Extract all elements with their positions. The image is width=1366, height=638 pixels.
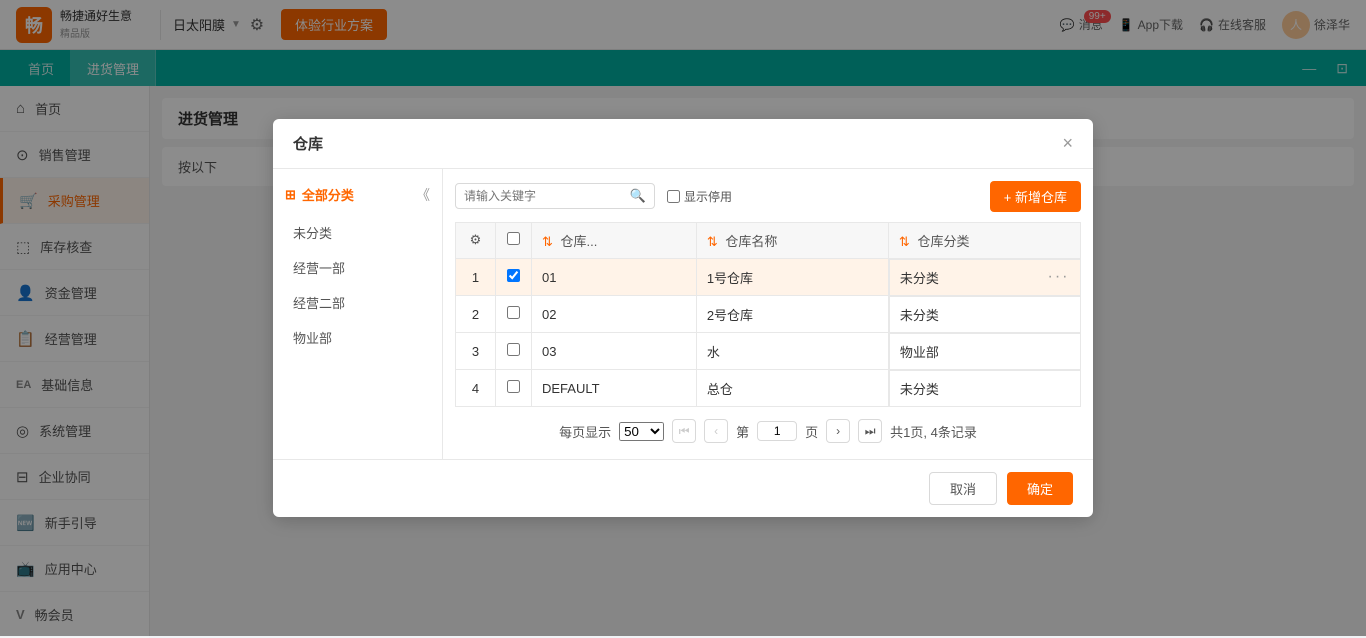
td-category: 未分类 ···	[889, 259, 1081, 296]
search-icon: 🔍	[630, 188, 646, 204]
th-name: ⇅ 仓库名称	[696, 222, 888, 258]
td-name: 2号仓库	[696, 296, 888, 333]
td-category: 物业部	[889, 333, 1081, 370]
th-code: ⇅ 仓库...	[532, 222, 697, 258]
category-item-2[interactable]: 经营二部	[273, 285, 442, 320]
th-checkbox	[496, 222, 532, 258]
table-row[interactable]: 1 01 1号仓库 未分类 ···	[456, 258, 1081, 296]
td-index: 1	[456, 258, 496, 296]
all-categories-item[interactable]: ⊞ 全部分类	[285, 185, 354, 204]
table-area: 🔍 显示停用 + 新增仓库	[443, 169, 1093, 460]
cancel-button[interactable]: 取消	[929, 472, 997, 505]
show-disabled-toggle[interactable]: 显示停用	[667, 188, 732, 205]
page-unit: 页	[805, 422, 818, 441]
warehouse-table: ⚙ ⇅ 仓库... ⇅	[455, 222, 1081, 408]
row-actions-icon[interactable]: ···	[1048, 268, 1070, 286]
td-checkbox[interactable]	[496, 296, 532, 333]
td-code: 03	[532, 333, 697, 370]
per-page-label: 每页显示	[559, 422, 611, 441]
grid-icon: ⊞	[285, 187, 296, 203]
page-input[interactable]	[757, 421, 797, 441]
table-row[interactable]: 2 02 2号仓库 未分类	[456, 296, 1081, 333]
td-index: 4	[456, 370, 496, 407]
select-all-checkbox[interactable]	[507, 232, 520, 245]
sort-icon-name: ⇅	[707, 234, 718, 249]
td-category: 未分类	[889, 370, 1081, 407]
table-container: ⚙ ⇅ 仓库... ⇅	[455, 222, 1081, 408]
td-checkbox[interactable]	[496, 370, 532, 407]
add-warehouse-button[interactable]: + 新增仓库	[990, 181, 1081, 212]
table-row[interactable]: 4 DEFAULT 总仓 未分类	[456, 370, 1081, 407]
category-item-0[interactable]: 未分类	[273, 215, 442, 250]
td-index: 3	[456, 333, 496, 370]
td-name: 1号仓库	[696, 258, 888, 296]
modal-body: ⊞ 全部分类 《 未分类 经营一部 经营二部 物业部	[273, 169, 1093, 460]
td-index: 2	[456, 296, 496, 333]
modal-header: 仓库 ×	[273, 119, 1093, 169]
next-page-button[interactable]: ›	[826, 419, 850, 443]
prev-page-button[interactable]: ‹	[704, 419, 728, 443]
td-name: 总仓	[696, 370, 888, 407]
category-header: ⊞ 全部分类 《	[273, 179, 442, 211]
sort-icon: ⇅	[542, 234, 553, 249]
category-item-3[interactable]: 物业部	[273, 320, 442, 355]
td-code: 01	[532, 258, 697, 296]
modal-overlay: 仓库 × ⊞ 全部分类 《 未分类 经营一部	[0, 0, 1366, 636]
table-row[interactable]: 3 03 水 物业部	[456, 333, 1081, 370]
td-category: 未分类	[889, 296, 1081, 333]
td-checkbox[interactable]	[496, 333, 532, 370]
pagination: 每页显示 50 20 100 ⏮ ‹ 第 页 › ⏭ 共1页, 4条记录	[455, 407, 1081, 447]
modal-footer: 取消 确定	[273, 459, 1093, 517]
th-settings: ⚙	[456, 222, 496, 258]
last-page-button[interactable]: ⏭	[858, 419, 882, 443]
page-label: 第	[736, 422, 749, 441]
sort-icon-cat: ⇅	[899, 234, 910, 249]
per-page-select[interactable]: 50 20 100	[619, 422, 664, 441]
td-name: 水	[696, 333, 888, 370]
confirm-button[interactable]: 确定	[1007, 472, 1073, 505]
settings-icon: ⚙	[470, 232, 482, 247]
category-item-1[interactable]: 经营一部	[273, 250, 442, 285]
warehouse-modal: 仓库 × ⊞ 全部分类 《 未分类 经营一部	[273, 119, 1093, 518]
modal-close-button[interactable]: ×	[1062, 133, 1073, 154]
show-disabled-checkbox[interactable]	[667, 190, 680, 203]
td-checkbox[interactable]	[496, 258, 532, 296]
category-sidebar: ⊞ 全部分类 《 未分类 经营一部 经营二部 物业部	[273, 169, 443, 460]
first-page-button[interactable]: ⏮	[672, 419, 696, 443]
modal-title: 仓库	[293, 133, 323, 154]
show-disabled-label: 显示停用	[684, 188, 732, 205]
td-code: 02	[532, 296, 697, 333]
td-code: DEFAULT	[532, 370, 697, 407]
th-category: ⇅ 仓库分类	[888, 222, 1080, 258]
page-summary: 共1页, 4条记录	[890, 422, 977, 441]
search-box: 🔍	[455, 183, 655, 209]
table-toolbar: 🔍 显示停用 + 新增仓库	[455, 181, 1081, 212]
search-input[interactable]	[464, 189, 630, 203]
collapse-icon[interactable]: 《	[416, 185, 430, 205]
all-categories-label: 全部分类	[302, 185, 354, 204]
